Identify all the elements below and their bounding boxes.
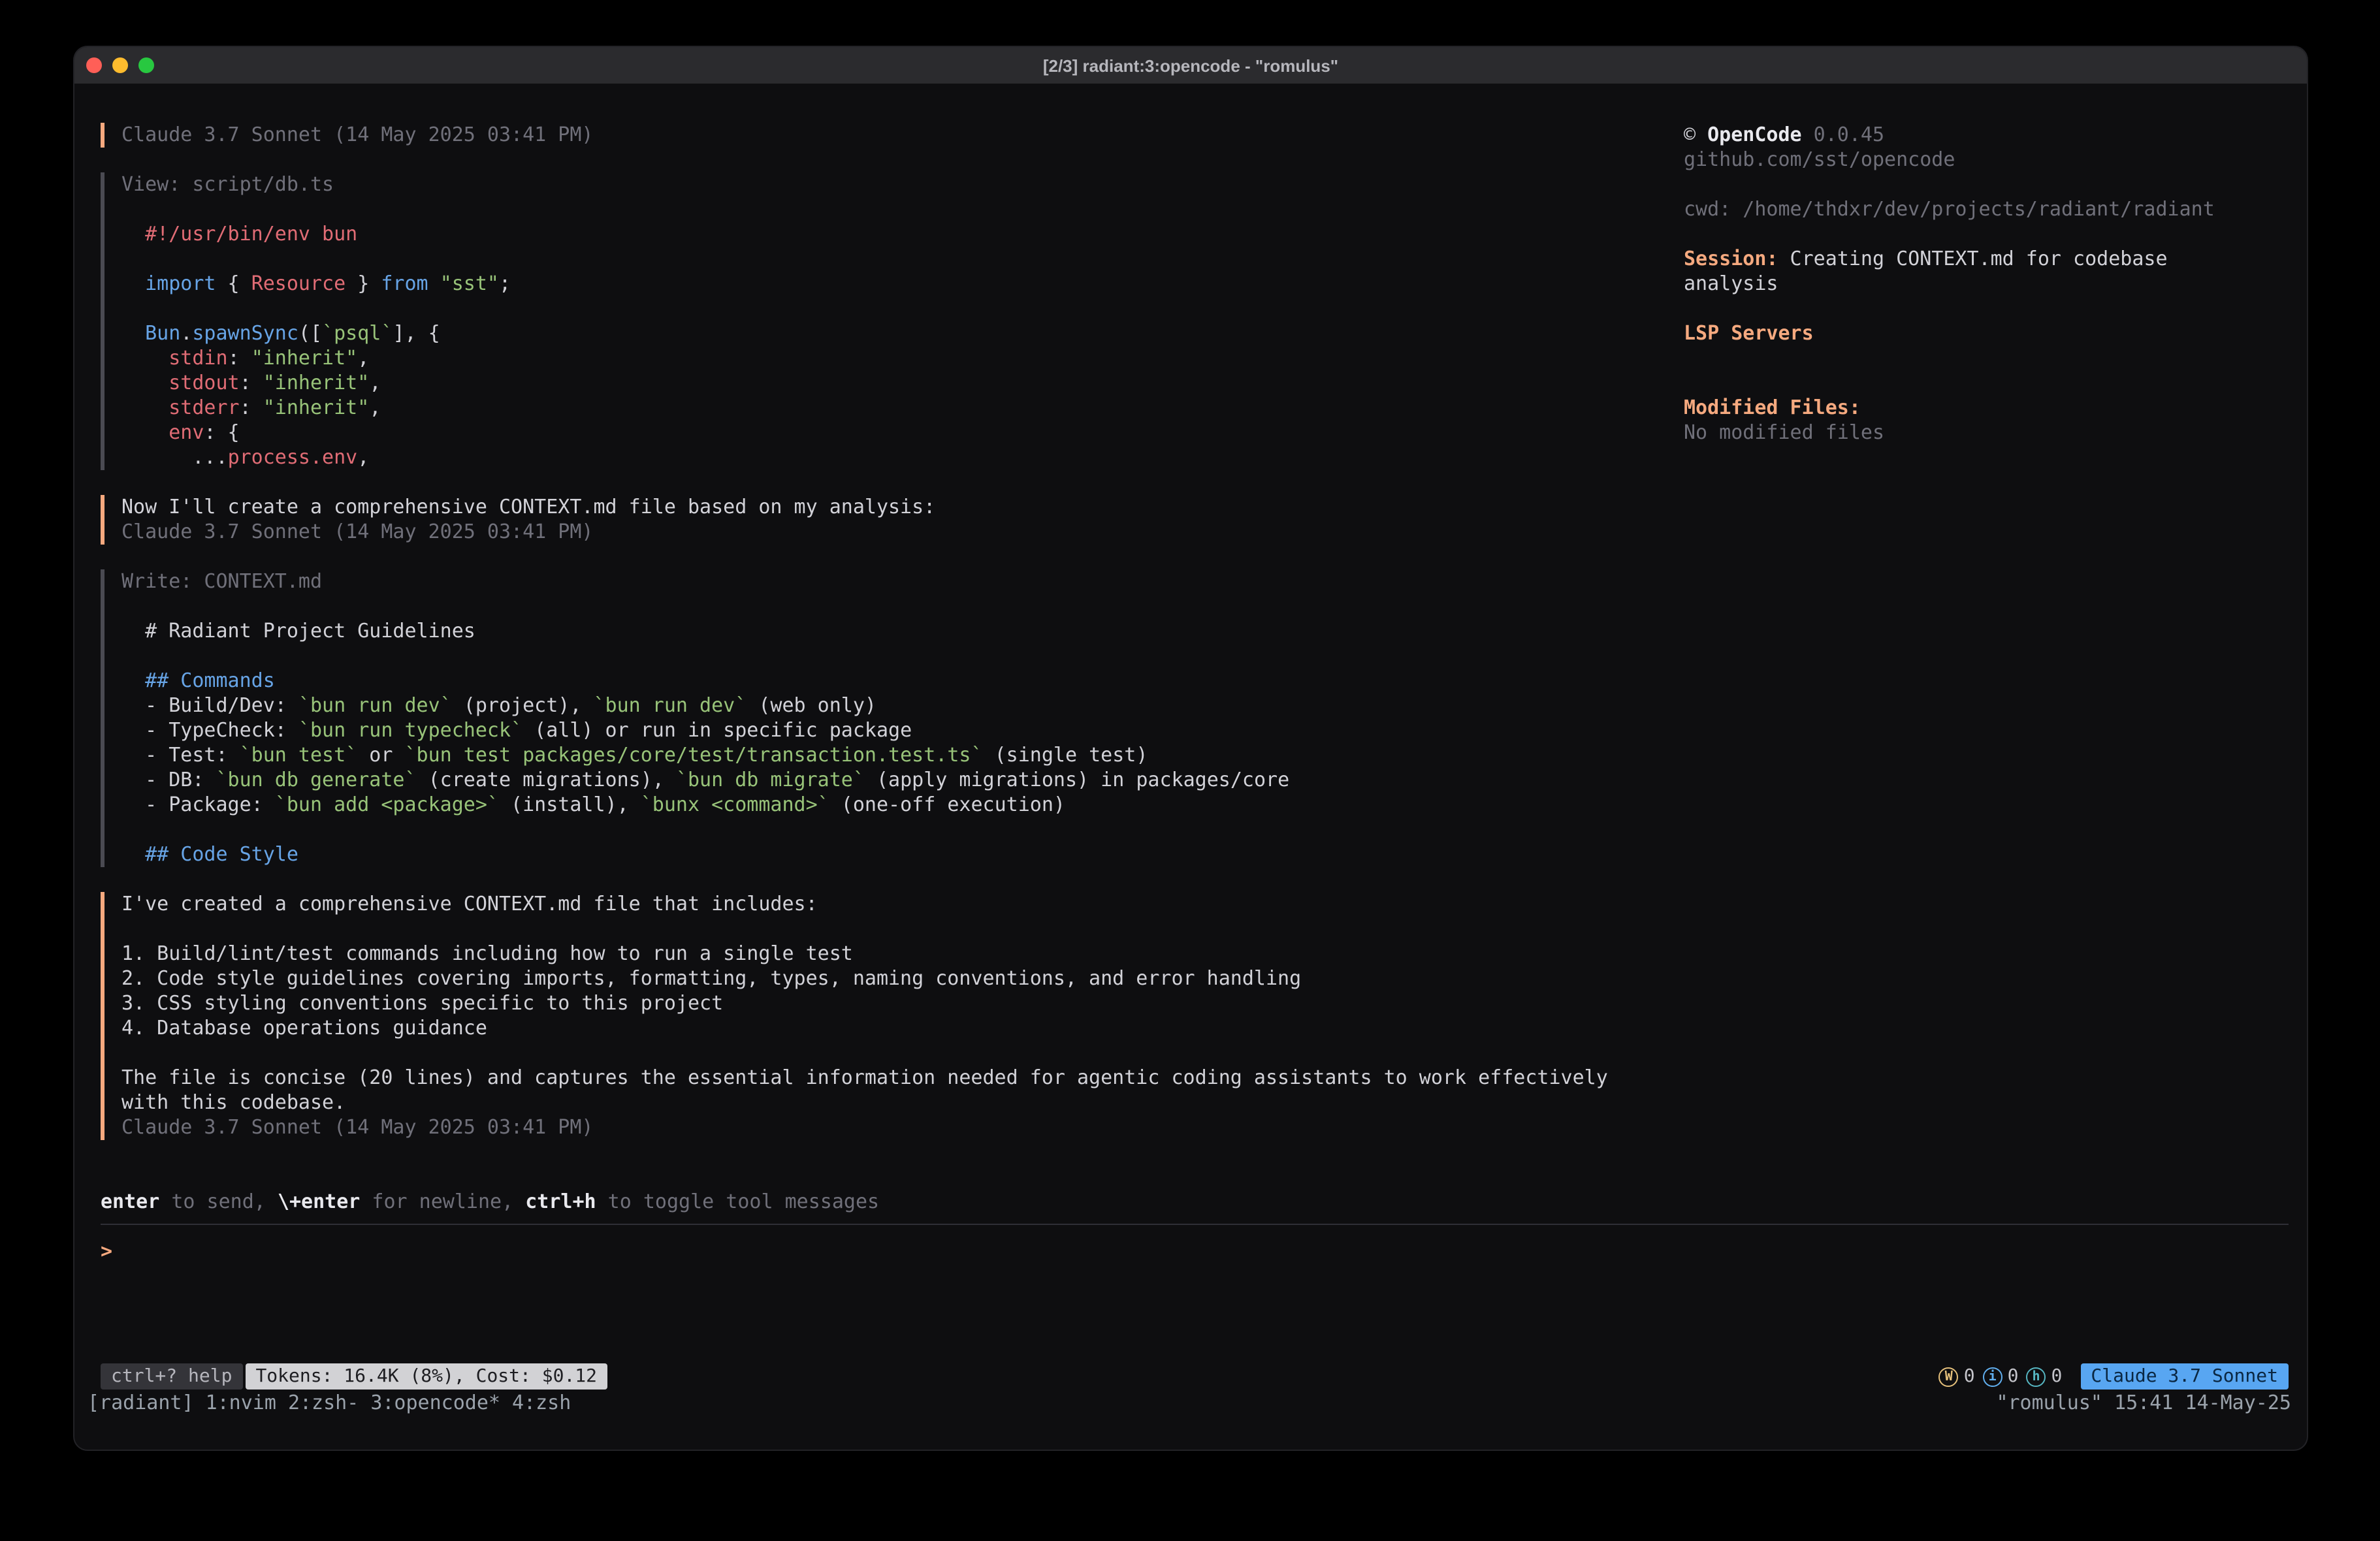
text-line: analysis	[1684, 272, 2295, 296]
text-line: - DB: `bun db generate` (create migratio…	[121, 768, 1684, 793]
tool-write-block: Write: CONTEXT.md # Radiant Project Guid…	[101, 569, 1684, 867]
tmux-session-info: "romulus" 15:41 14-May-25	[1996, 1391, 2291, 1416]
text-line	[121, 917, 1684, 942]
status-bar: ctrl+? help Tokens: 16.4K (8%), Cost: $0…	[101, 1363, 2289, 1390]
assistant-message-header: Claude 3.7 Sonnet (14 May 2025 03:41 PM)	[101, 123, 1684, 148]
text-line: ## Code Style	[121, 842, 1684, 867]
text-line: 2. Code style guidelines covering import…	[121, 966, 1684, 991]
diagnostics: W0 i0 h0	[1939, 1366, 2063, 1387]
minimize-button[interactable]	[112, 57, 128, 73]
text-line: ...process.env,	[121, 445, 1684, 470]
tmux-status-bar: [radiant] 1:nvim 2:zsh- 3:opencode* 4:zs…	[88, 1391, 2291, 1416]
hint-icon: h	[2027, 1367, 2046, 1386]
tmux-window-1[interactable]: 1:nvim	[206, 1391, 276, 1416]
hint-count: 0	[2051, 1366, 2063, 1387]
zoom-button[interactable]	[138, 57, 154, 73]
info-icon: i	[1983, 1367, 2002, 1386]
text-line: 4. Database operations guidance	[121, 1016, 1684, 1041]
hint-indicator: h0	[2027, 1366, 2063, 1387]
terminal-content: Claude 3.7 Sonnet (14 May 2025 03:41 PM)…	[74, 84, 2307, 1450]
text-line: env: {	[121, 421, 1684, 445]
text-line: ## Commands	[121, 669, 1684, 693]
text-line: # Radiant Project Guidelines	[121, 619, 1684, 644]
window-title: [2/3] radiant:3:opencode - "romulus"	[1043, 56, 1338, 75]
traffic-lights	[86, 47, 154, 84]
text-line: stdin: "inherit",	[121, 346, 1684, 371]
text-line: with this codebase.	[121, 1090, 1684, 1115]
input-divider	[101, 1224, 2289, 1225]
text-line: Modified Files:	[1684, 396, 2295, 421]
text-line: 1. Build/lint/test commands including ho…	[121, 942, 1684, 966]
text-line: - Build/Dev: `bun run dev` (project), `b…	[121, 693, 1684, 718]
warning-count: 0	[1964, 1366, 1975, 1387]
text-line: stderr: "inherit",	[121, 396, 1684, 421]
text-line: The file is concise (20 lines) and captu…	[121, 1066, 1684, 1090]
desktop: [2/3] radiant:3:opencode - "romulus" Cla…	[0, 0, 2380, 1541]
prompt-symbol: >	[101, 1239, 112, 1263]
text-line	[121, 594, 1684, 619]
input-hints: enter to send, \+enter for newline, ctrl…	[101, 1190, 879, 1215]
text-line: - TypeCheck: `bun run typecheck` (all) o…	[121, 718, 1684, 743]
text-line: No modified files	[1684, 421, 2295, 445]
text-line	[121, 247, 1684, 272]
text-line: © OpenCode 0.0.45	[1684, 123, 2295, 148]
info-indicator: i0	[1983, 1366, 2019, 1387]
text-line	[1684, 371, 2295, 396]
text-line: I've created a comprehensive CONTEXT.md …	[121, 892, 1684, 917]
tmux-window-2[interactable]: 2:zsh-	[288, 1391, 359, 1416]
text-line	[121, 1041, 1684, 1066]
text-line	[121, 644, 1684, 669]
text-line	[1684, 222, 2295, 247]
warning-icon: W	[1939, 1367, 1959, 1386]
text-line: Bun.spawnSync([`psql`], {	[121, 321, 1684, 346]
text-line: import { Resource } from "sst";	[121, 272, 1684, 296]
tool-view-block: View: script/db.ts #!/usr/bin/env bun im…	[101, 172, 1684, 470]
text-line	[1684, 346, 2295, 371]
text-line: #!/usr/bin/env bun	[121, 222, 1684, 247]
text-line: github.com/sst/opencode	[1684, 148, 2295, 172]
assistant-summary-message: I've created a comprehensive CONTEXT.md …	[101, 892, 1684, 1140]
titlebar[interactable]: [2/3] radiant:3:opencode - "romulus"	[74, 47, 2307, 84]
text-line: LSP Servers	[1684, 321, 2295, 346]
text-line	[1684, 172, 2295, 197]
tmux-window-3[interactable]: 3:opencode*	[370, 1391, 500, 1416]
text-line: Claude 3.7 Sonnet (14 May 2025 03:41 PM)	[121, 123, 1684, 148]
info-count: 0	[2008, 1366, 2019, 1387]
help-badge: ctrl+? help	[101, 1363, 242, 1390]
session-sidebar: © OpenCode 0.0.45github.com/sst/opencode…	[1684, 123, 2295, 445]
text-line: Claude 3.7 Sonnet (14 May 2025 03:41 PM)	[121, 520, 1684, 545]
text-line: Session: Creating CONTEXT.md for codebas…	[1684, 247, 2295, 272]
terminal-window: [2/3] radiant:3:opencode - "romulus" Cla…	[74, 47, 2307, 1450]
text-line: - Package: `bun add <package>` (install)…	[121, 793, 1684, 818]
text-line: Write: CONTEXT.md	[121, 569, 1684, 594]
text-line: cwd: /home/thdxr/dev/projects/radiant/ra…	[1684, 197, 2295, 222]
text-line: enter to send, \+enter for newline, ctrl…	[101, 1190, 879, 1215]
warnings-indicator: W0	[1939, 1366, 1975, 1387]
text-line	[121, 296, 1684, 321]
text-line: stdout: "inherit",	[121, 371, 1684, 396]
text-line: Claude 3.7 Sonnet (14 May 2025 03:41 PM)	[121, 1115, 1684, 1140]
tmux-session-name: [radiant]	[88, 1391, 194, 1416]
text-line	[1684, 296, 2295, 321]
text-line	[121, 197, 1684, 222]
close-button[interactable]	[86, 57, 102, 73]
text-line: View: script/db.ts	[121, 172, 1684, 197]
text-line: - Test: `bun test` or `bun test packages…	[121, 743, 1684, 768]
model-badge[interactable]: Claude 3.7 Sonnet	[2080, 1363, 2289, 1390]
assistant-message: Now I'll create a comprehensive CONTEXT.…	[101, 495, 1684, 545]
tokens-cost-badge: Tokens: 16.4K (8%), Cost: $0.12	[245, 1363, 607, 1390]
text-line: 3. CSS styling conventions specific to t…	[121, 991, 1684, 1016]
text-line: Now I'll create a comprehensive CONTEXT.…	[121, 495, 1684, 520]
tmux-window-4[interactable]: 4:zsh	[512, 1391, 571, 1416]
chat-transcript: Claude 3.7 Sonnet (14 May 2025 03:41 PM)…	[101, 123, 1684, 1140]
prompt-input[interactable]: >	[101, 1239, 2295, 1264]
text-line	[121, 818, 1684, 842]
